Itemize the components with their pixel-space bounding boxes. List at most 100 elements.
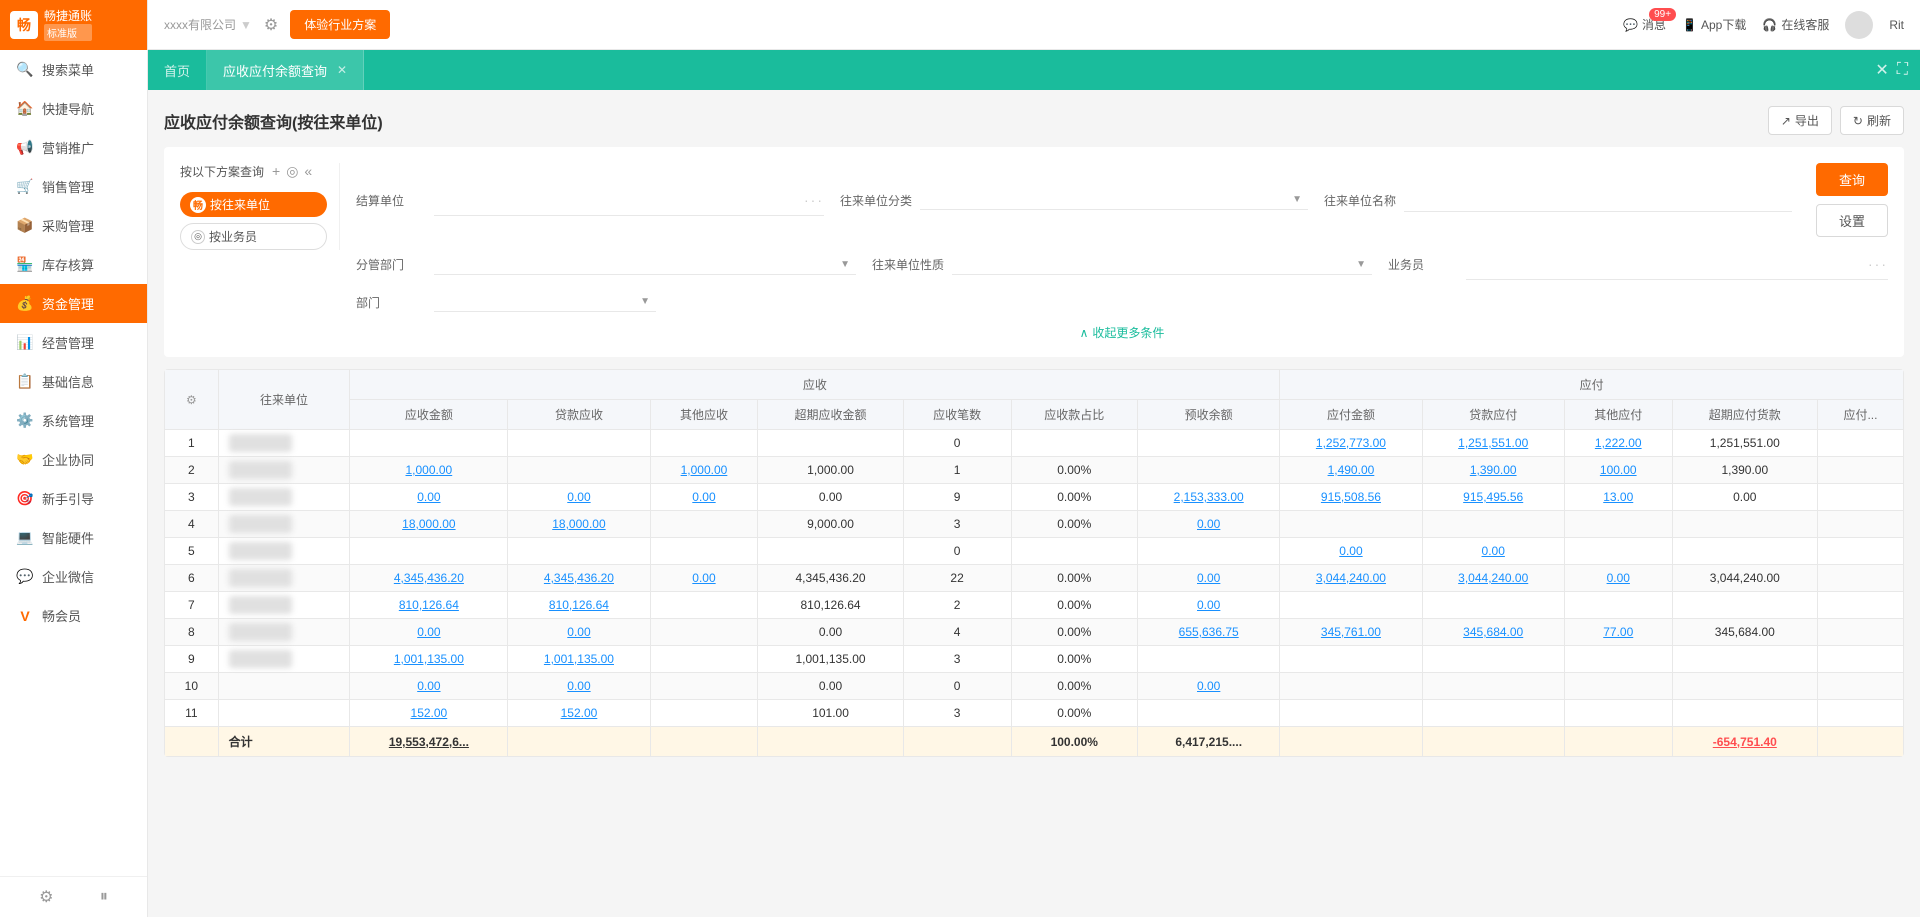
row-cell[interactable]: 1,490.00 bbox=[1280, 457, 1422, 484]
yewuyuan-input[interactable] bbox=[1466, 253, 1868, 275]
row-cell[interactable]: 18,000.00 bbox=[350, 511, 508, 538]
promo-button[interactable]: 体验行业方案 bbox=[290, 10, 390, 39]
sidebar-item-quick-nav[interactable]: 🏠 快捷导航 bbox=[0, 89, 147, 128]
set-button[interactable]: 设置 bbox=[1816, 204, 1888, 237]
filter-target-icon[interactable]: ◎ bbox=[286, 163, 298, 180]
app-download-button[interactable]: 📱 App下载 bbox=[1682, 16, 1746, 33]
sidebar-item-enterprise[interactable]: 🤝 企业协同 bbox=[0, 440, 147, 479]
row-cell[interactable] bbox=[650, 700, 758, 727]
filter-scheme1-button[interactable]: 畅 按往来单位 bbox=[180, 192, 327, 217]
row-cell[interactable]: 0.00 bbox=[350, 619, 508, 646]
mingcheng-input[interactable] bbox=[1404, 189, 1792, 212]
row-cell[interactable]: 1,251,551.00 bbox=[1422, 430, 1564, 457]
row-cell[interactable] bbox=[1564, 538, 1672, 565]
row-cell[interactable]: 915,495.56 bbox=[1422, 484, 1564, 511]
row-cell[interactable] bbox=[1564, 592, 1672, 619]
row-cell[interactable] bbox=[650, 619, 758, 646]
sidebar-item-smart[interactable]: 💻 智能硬件 bbox=[0, 518, 147, 557]
total-yf-overdue[interactable]: -654,751.40 bbox=[1672, 727, 1817, 757]
row-cell[interactable]: 0.00 bbox=[650, 565, 758, 592]
sidebar-item-purchase[interactable]: 📦 采购管理 bbox=[0, 206, 147, 245]
row-cell[interactable] bbox=[1564, 673, 1672, 700]
row-cell[interactable]: 4,345,436.20 bbox=[350, 565, 508, 592]
row-cell[interactable]: 655,636.75 bbox=[1138, 619, 1280, 646]
row-cell[interactable] bbox=[508, 430, 650, 457]
row-cell[interactable]: 915,508.56 bbox=[1280, 484, 1422, 511]
filter-collapse-button[interactable]: ∧ 收起更多条件 bbox=[356, 324, 1888, 341]
row-cell[interactable] bbox=[1564, 511, 1672, 538]
row-cell[interactable] bbox=[1422, 673, 1564, 700]
row-cell[interactable]: 0.00 bbox=[1138, 592, 1280, 619]
row-cell[interactable] bbox=[1422, 700, 1564, 727]
row-cell[interactable]: 1,001,135.00 bbox=[508, 646, 650, 673]
tab-home[interactable]: 首页 bbox=[148, 50, 207, 90]
row-cell[interactable] bbox=[1564, 700, 1672, 727]
export-button[interactable]: ↗ 导出 bbox=[1768, 106, 1832, 135]
tab-close-window-icon[interactable]: ✕ bbox=[1875, 60, 1888, 80]
row-cell[interactable] bbox=[650, 538, 758, 565]
row-cell[interactable]: 0.00 bbox=[508, 619, 650, 646]
username-label[interactable]: Rit bbox=[1889, 18, 1904, 32]
row-cell[interactable] bbox=[650, 646, 758, 673]
row-cell[interactable] bbox=[1280, 592, 1422, 619]
row-cell[interactable]: 2,153,333.00 bbox=[1138, 484, 1280, 511]
row-cell[interactable]: 152.00 bbox=[508, 700, 650, 727]
sidebar-item-basic[interactable]: 📋 基础信息 bbox=[0, 362, 147, 401]
sidebar-item-wechat[interactable]: 💬 企业微信 bbox=[0, 557, 147, 596]
row-cell[interactable]: 0.00 bbox=[1280, 538, 1422, 565]
row-cell[interactable]: 810,126.64 bbox=[508, 592, 650, 619]
row-cell[interactable]: 0.00 bbox=[1138, 565, 1280, 592]
row-cell[interactable] bbox=[1280, 511, 1422, 538]
filter-scheme2-button[interactable]: ◎ 按业务员 bbox=[180, 223, 327, 250]
filter-back-icon[interactable]: « bbox=[304, 163, 312, 180]
row-cell[interactable]: 0.00 bbox=[1138, 511, 1280, 538]
row-cell[interactable] bbox=[1422, 592, 1564, 619]
row-cell[interactable] bbox=[650, 511, 758, 538]
sidebar-item-sales[interactable]: 🛒 销售管理 bbox=[0, 167, 147, 206]
row-cell[interactable] bbox=[1564, 646, 1672, 673]
sidebar-item-system[interactable]: ⚙️ 系统管理 bbox=[0, 401, 147, 440]
row-cell[interactable]: 0.00 bbox=[350, 484, 508, 511]
row-cell[interactable]: 0.00 bbox=[1138, 673, 1280, 700]
table-settings-icon[interactable]: ⚙ bbox=[186, 393, 197, 407]
refresh-button[interactable]: ↻ 刷新 bbox=[1840, 106, 1904, 135]
row-cell[interactable] bbox=[1280, 700, 1422, 727]
user-avatar[interactable] bbox=[1845, 11, 1873, 39]
sidebar-item-business[interactable]: 📊 经营管理 bbox=[0, 323, 147, 362]
tab-close-icon[interactable]: ✕ bbox=[337, 63, 347, 77]
row-cell[interactable] bbox=[1138, 646, 1280, 673]
row-cell[interactable] bbox=[508, 457, 650, 484]
row-cell[interactable]: 1,001,135.00 bbox=[350, 646, 508, 673]
row-cell[interactable]: 345,684.00 bbox=[1422, 619, 1564, 646]
row-cell[interactable]: 77.00 bbox=[1564, 619, 1672, 646]
row-cell[interactable] bbox=[1280, 673, 1422, 700]
row-cell[interactable]: 0.00 bbox=[350, 673, 508, 700]
row-cell[interactable]: 0.00 bbox=[1422, 538, 1564, 565]
query-button[interactable]: 查询 bbox=[1816, 163, 1888, 196]
sidebar-item-marketing[interactable]: 📢 营销推广 bbox=[0, 128, 147, 167]
row-cell[interactable]: 18,000.00 bbox=[508, 511, 650, 538]
row-cell[interactable]: 345,761.00 bbox=[1280, 619, 1422, 646]
row-cell[interactable] bbox=[1138, 700, 1280, 727]
row-cell[interactable]: 810,126.64 bbox=[350, 592, 508, 619]
row-cell[interactable] bbox=[1422, 646, 1564, 673]
row-cell[interactable]: 4,345,436.20 bbox=[508, 565, 650, 592]
row-cell[interactable]: 1,222.00 bbox=[1564, 430, 1672, 457]
row-cell[interactable] bbox=[508, 538, 650, 565]
row-cell[interactable] bbox=[1422, 511, 1564, 538]
sidebar-item-newbie[interactable]: 🎯 新手引导 bbox=[0, 479, 147, 518]
sidebar-item-inventory[interactable]: 🏪 库存核算 bbox=[0, 245, 147, 284]
row-cell[interactable]: 1,390.00 bbox=[1422, 457, 1564, 484]
online-service-button[interactable]: 🎧 在线客服 bbox=[1762, 16, 1829, 33]
row-cell[interactable]: 0.00 bbox=[1564, 565, 1672, 592]
header-settings-icon[interactable]: ⚙ bbox=[264, 15, 278, 35]
tab-query[interactable]: 应收应付余额查询 ✕ bbox=[207, 50, 364, 90]
row-cell[interactable]: 1,000.00 bbox=[650, 457, 758, 484]
row-cell[interactable]: 100.00 bbox=[1564, 457, 1672, 484]
row-cell[interactable] bbox=[350, 430, 508, 457]
row-cell[interactable] bbox=[1138, 430, 1280, 457]
total-ys-amt[interactable]: 19,553,472,6... bbox=[350, 727, 508, 757]
row-cell[interactable] bbox=[1138, 457, 1280, 484]
row-cell[interactable] bbox=[650, 430, 758, 457]
fenlei-select[interactable]: ▼ bbox=[920, 190, 1308, 210]
